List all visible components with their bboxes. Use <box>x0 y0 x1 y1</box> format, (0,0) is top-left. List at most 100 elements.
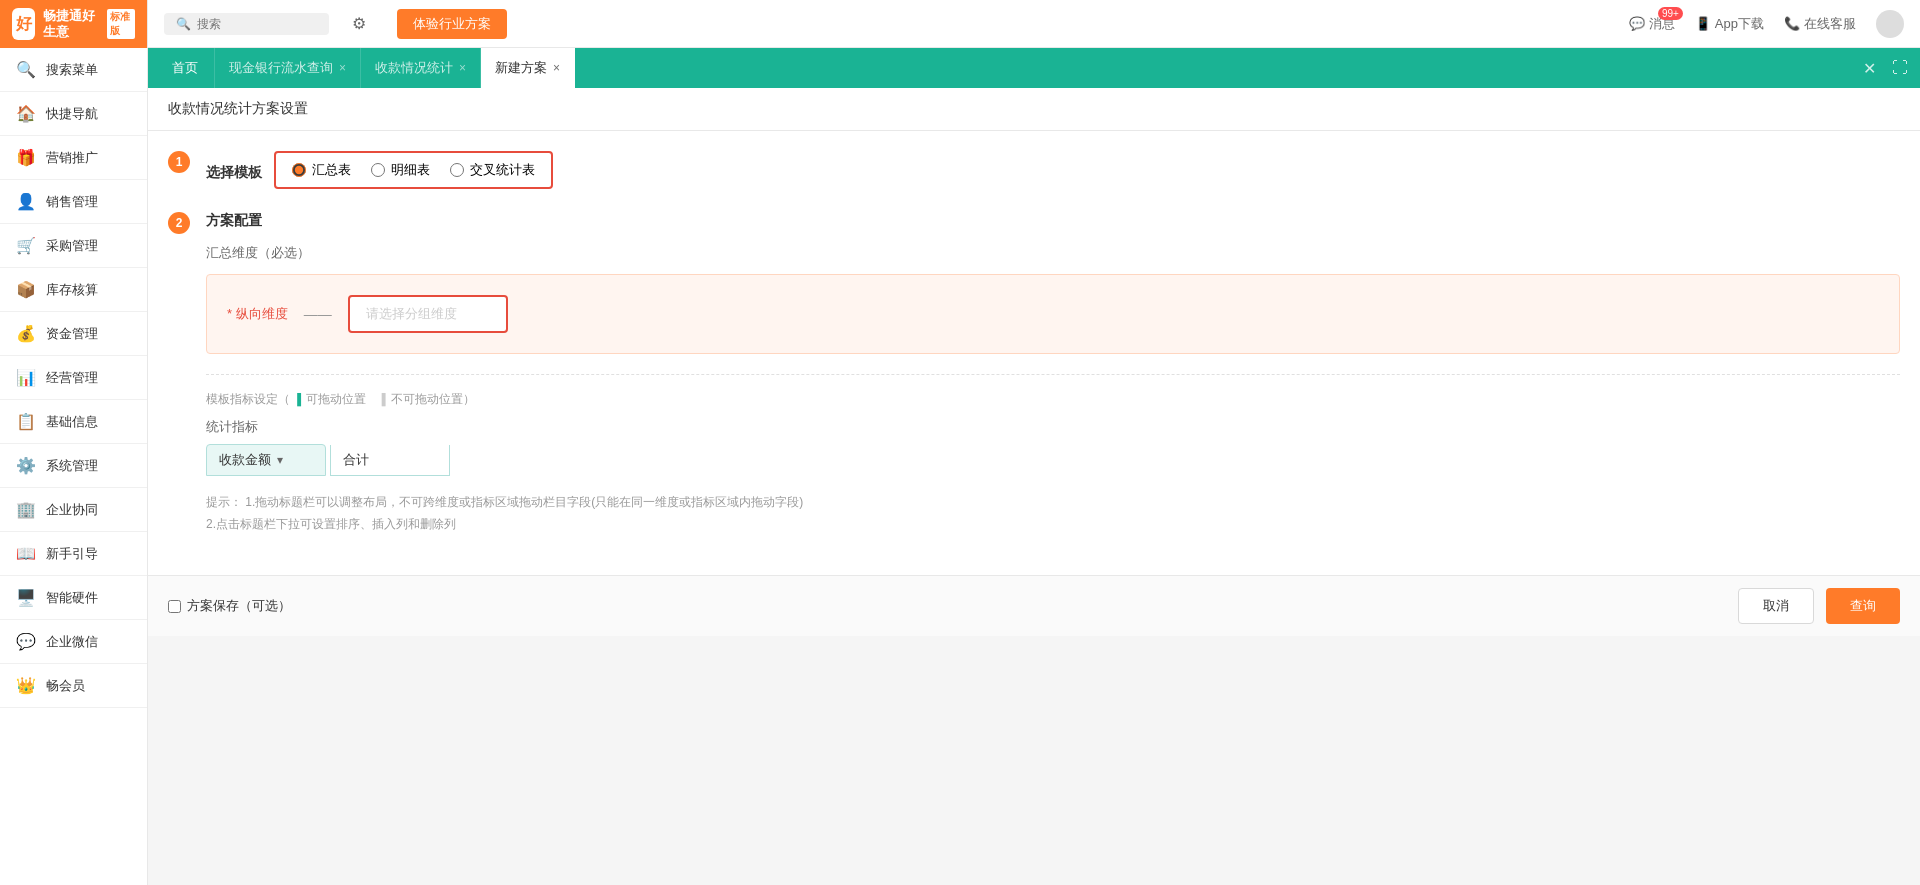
building-icon: 🏢 <box>16 500 36 519</box>
section2-num: 2 <box>168 212 190 234</box>
box-icon: 📦 <box>16 280 36 299</box>
download-button[interactable]: 📱 App下载 <box>1695 15 1764 33</box>
radio-summary[interactable]: 汇总表 <box>292 161 351 179</box>
metrics-section: 模板指标设定（ ▐ 可拖动位置 ▐ 不可拖动位置） 统计指标 收款金额 ▾ <box>206 374 1900 476</box>
search-icon: 🔍 <box>176 17 191 31</box>
content-area: 收款情况统计方案设置 1 选择模板 汇总表 <box>148 88 1920 885</box>
page-title: 收款情况统计方案设置 <box>168 100 308 116</box>
section2-block: 2 方案配置 汇总维度（必选） * 纵向维度 —— 请选择分组维度 <box>168 212 1900 535</box>
arrow-icon: —— <box>304 306 332 322</box>
cancel-button[interactable]: 取消 <box>1738 588 1814 624</box>
sidebar-item-enterprise[interactable]: 🏢 企业协同 <box>0 488 147 532</box>
bottom-buttons: 取消 查询 <box>1738 588 1900 624</box>
dimension-area: * 纵向维度 —— 请选择分组维度 <box>206 274 1900 354</box>
dimension-config: 汇总维度（必选） * 纵向维度 —— 请选择分组维度 <box>206 244 1900 354</box>
tab-right-controls: ✕ ⛶ <box>1859 55 1912 82</box>
sidebar-item-guide[interactable]: 📖 新手引导 <box>0 532 147 576</box>
metrics-tag-area: 收款金额 ▾ 合计 <box>206 444 1900 476</box>
tab-bar: 首页 现金银行流水查询 × 收款情况统计 × 新建方案 × ✕ ⛶ <box>148 48 1920 88</box>
dimension-selector[interactable]: 请选择分组维度 <box>348 295 508 333</box>
app-logo: 好 畅捷通好生意 标准版 <box>0 0 147 48</box>
notifications-button[interactable]: 💬 消息 99+ <box>1629 15 1675 33</box>
user-avatar[interactable] <box>1876 10 1904 38</box>
tab-home[interactable]: 首页 <box>156 48 215 88</box>
vertical-dimension-row: * 纵向维度 —— 请选择分组维度 <box>227 295 1879 333</box>
sidebar-item-basic-info[interactable]: 📋 基础信息 <box>0 400 147 444</box>
gear-icon: ⚙️ <box>16 456 36 475</box>
tab-maximize-icon[interactable]: ⛶ <box>1888 55 1912 81</box>
metrics-chevron-icon[interactable]: ▾ <box>277 453 283 467</box>
service-button[interactable]: 📞 在线客服 <box>1784 15 1856 33</box>
sidebar: 好 畅捷通好生意 标准版 🔍 搜索菜单 🏠 快捷导航 🎁 营销推广 👤 销售管理… <box>0 0 148 885</box>
top-header: 🔍 ⚙ 体验行业方案 💬 消息 99+ 📱 App下载 📞 在线客服 <box>148 0 1920 48</box>
logo-icon: 好 <box>12 8 35 40</box>
query-button[interactable]: 查询 <box>1826 588 1900 624</box>
radio-cross[interactable]: 交叉统计表 <box>450 161 535 179</box>
logo-text: 畅捷通好生意 <box>43 8 99 39</box>
search-input[interactable] <box>197 17 317 31</box>
money-icon: 💰 <box>16 324 36 343</box>
section1-content: 选择模板 汇总表 明细表 <box>206 151 553 192</box>
chat-icon: 💬 <box>16 632 36 651</box>
page-header: 收款情况统计方案设置 <box>148 88 1920 131</box>
metrics-sub-total: 合计 <box>330 445 450 476</box>
section2-content: 方案配置 汇总维度（必选） * 纵向维度 —— 请选择分组维度 <box>206 212 1900 535</box>
tab-close-cash-bank[interactable]: × <box>339 61 346 75</box>
tab-new-plan[interactable]: 新建方案 × <box>481 48 575 88</box>
section1-block: 1 选择模板 汇总表 明细表 <box>168 151 1900 192</box>
metrics-header-label: 统计指标 <box>206 418 1900 436</box>
metrics-settings-info: 模板指标设定（ ▐ 可拖动位置 ▐ 不可拖动位置） <box>206 391 1900 408</box>
radio-detail[interactable]: 明细表 <box>371 161 430 179</box>
section1-num: 1 <box>168 151 190 173</box>
sidebar-item-hardware[interactable]: 🖥️ 智能硬件 <box>0 576 147 620</box>
notification-icon: 💬 <box>1629 16 1645 31</box>
section2-title: 方案配置 <box>206 212 1900 230</box>
template-radio-group: 汇总表 明细表 交叉统计表 <box>292 161 535 179</box>
tab-collection-stats[interactable]: 收款情况统计 × <box>361 48 481 88</box>
bottom-bar: 方案保存（可选） 取消 查询 <box>148 575 1920 636</box>
notification-badge: 99+ <box>1658 7 1683 20</box>
crown-icon: 👑 <box>16 676 36 695</box>
tips-area: 提示： 1.拖动标题栏可以调整布局，不可跨维度或指标区域拖动栏目字段(只能在同一… <box>206 492 1900 535</box>
tab-minimize-icon[interactable]: ✕ <box>1859 55 1880 82</box>
sidebar-item-member[interactable]: 👑 畅会员 <box>0 664 147 708</box>
download-icon: 📱 <box>1695 16 1711 31</box>
metrics-tag-collection[interactable]: 收款金额 ▾ <box>206 444 326 476</box>
metrics-tag-label: 收款金额 <box>219 451 271 469</box>
tip-2: 2.点击标题栏下拉可设置排序、插入列和删除列 <box>206 514 1900 536</box>
tab-close-collection-stats[interactable]: × <box>459 61 466 75</box>
sidebar-item-sales[interactable]: 👤 销售管理 <box>0 180 147 224</box>
sidebar-item-operation[interactable]: 📊 经营管理 <box>0 356 147 400</box>
save-checkbox[interactable] <box>168 600 181 613</box>
home-icon: 🏠 <box>16 104 36 123</box>
main-area: 🔍 ⚙ 体验行业方案 💬 消息 99+ 📱 App下载 📞 在线客服 首页 <box>148 0 1920 885</box>
vertical-label: * 纵向维度 <box>227 305 288 323</box>
form-area: 1 选择模板 汇总表 明细表 <box>148 131 1920 575</box>
chart-icon: 📊 <box>16 368 36 387</box>
tab-close-new-plan[interactable]: × <box>553 61 560 75</box>
gift-icon: 🎁 <box>16 148 36 167</box>
tab-cash-bank[interactable]: 现金银行流水查询 × <box>215 48 361 88</box>
draggable-indicator: ▐ <box>293 393 301 405</box>
sidebar-item-search-menu[interactable]: 🔍 搜索菜单 <box>0 48 147 92</box>
settings-icon[interactable]: ⚙ <box>345 10 373 38</box>
sidebar-item-weixin[interactable]: 💬 企业微信 <box>0 620 147 664</box>
monitor-icon: 🖥️ <box>16 588 36 607</box>
sidebar-item-quick-nav[interactable]: 🏠 快捷导航 <box>0 92 147 136</box>
app-badge: 标准版 <box>107 9 135 39</box>
header-right-area: 💬 消息 99+ 📱 App下载 📞 在线客服 <box>1629 10 1904 38</box>
header-search-box[interactable]: 🔍 <box>164 13 329 35</box>
save-checkbox-label[interactable]: 方案保存（可选） <box>168 597 291 615</box>
sidebar-item-inventory[interactable]: 📦 库存核算 <box>0 268 147 312</box>
non-draggable-indicator: ▐ <box>378 393 386 405</box>
cart-icon: 🛒 <box>16 236 36 255</box>
service-icon: 📞 <box>1784 16 1800 31</box>
trial-button[interactable]: 体验行业方案 <box>397 9 507 39</box>
user-icon: 👤 <box>16 192 36 211</box>
sidebar-item-purchase[interactable]: 🛒 采购管理 <box>0 224 147 268</box>
sidebar-item-finance[interactable]: 💰 资金管理 <box>0 312 147 356</box>
section1-title: 选择模板 <box>206 164 262 182</box>
sidebar-item-system[interactable]: ⚙️ 系统管理 <box>0 444 147 488</box>
sidebar-item-marketing[interactable]: 🎁 营销推广 <box>0 136 147 180</box>
search-icon: 🔍 <box>16 60 36 79</box>
